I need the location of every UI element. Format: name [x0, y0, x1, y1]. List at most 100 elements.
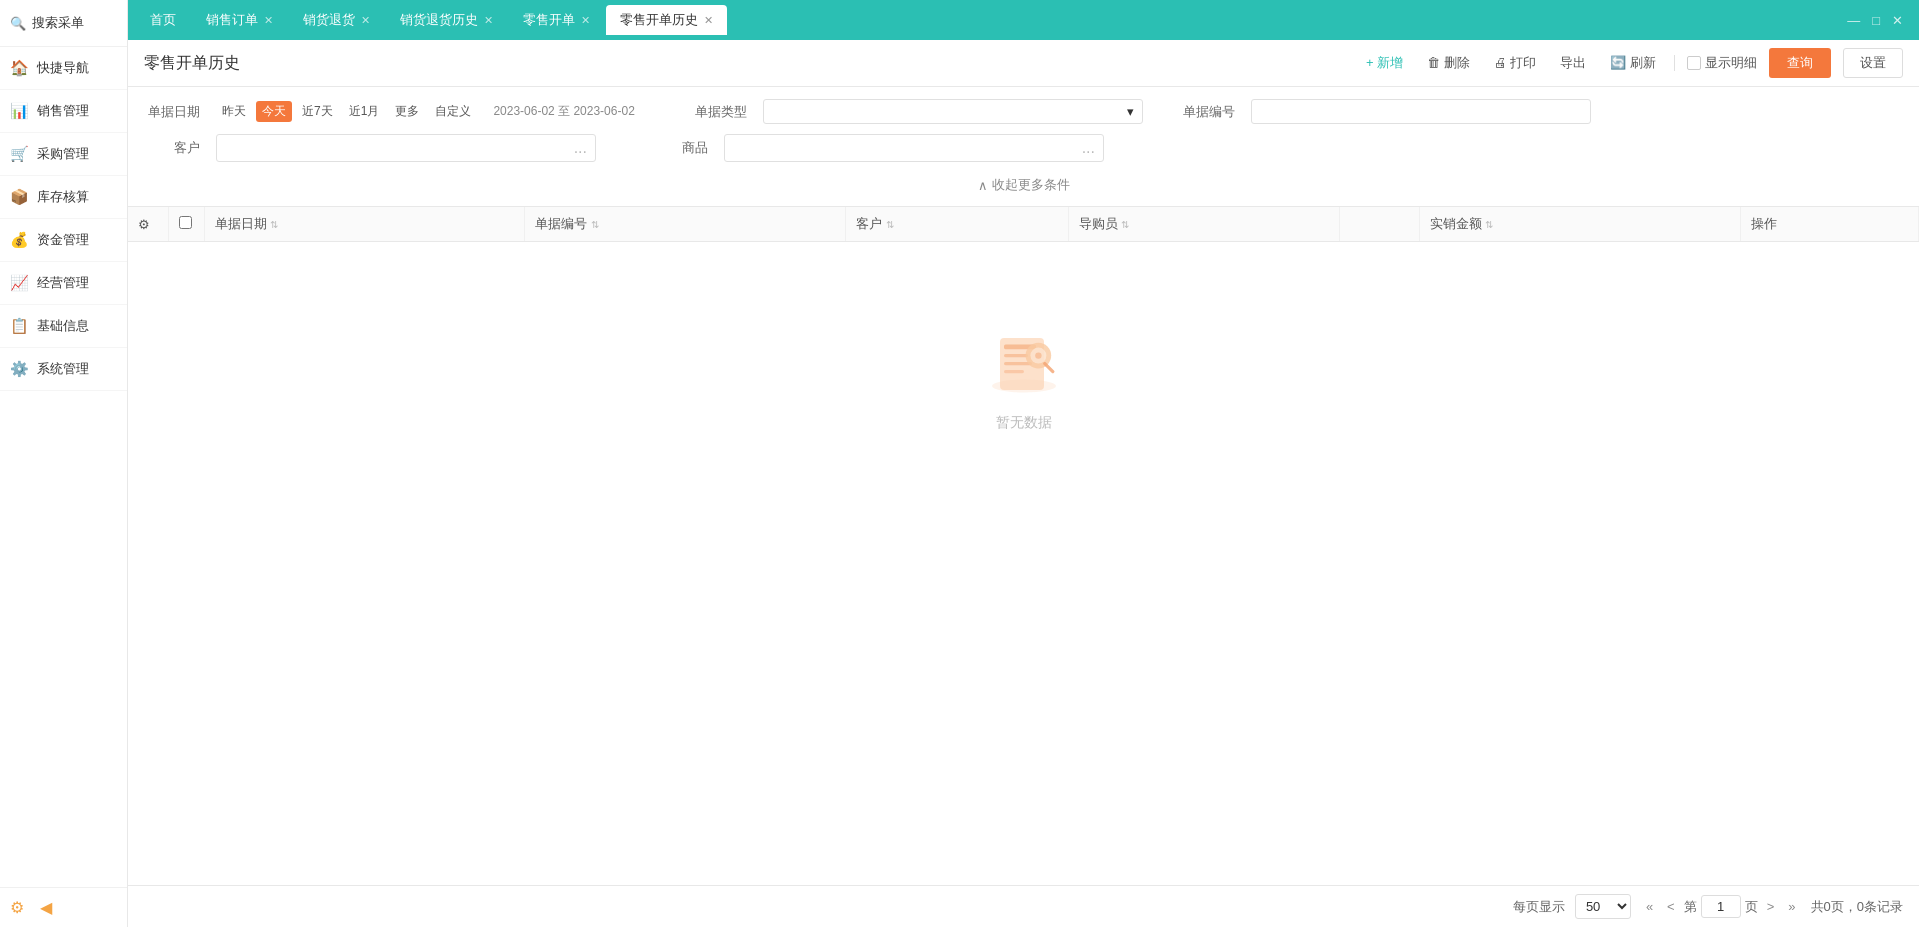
purchase-mgmt-label: 采购管理 [37, 145, 89, 163]
date-btn-今天[interactable]: 今天 [256, 101, 292, 122]
date-btn-自定义[interactable]: 自定义 [429, 101, 477, 122]
tab-close-sales-return[interactable]: ✕ [361, 14, 370, 27]
date-btn-更多[interactable]: 更多 [389, 101, 425, 122]
sort-customer-icon[interactable]: ⇅ [886, 219, 894, 230]
quick-nav-icon: 🏠 [10, 59, 29, 77]
th-spacer [1340, 207, 1420, 242]
number-label: 单据编号 [1179, 103, 1235, 121]
th-salesperson[interactable]: 导购员 ⇅ [1068, 207, 1340, 242]
number-input[interactable] [1251, 99, 1591, 124]
th-number[interactable]: 单据编号 ⇅ [525, 207, 846, 242]
sales-mgmt-icon: 📊 [10, 102, 29, 120]
filter-row-1: 单据日期 昨天今天近7天近1月更多自定义 2023-06-02 至 2023-0… [144, 99, 1903, 124]
collapse-sidebar-icon[interactable]: ◀ [40, 898, 52, 917]
page-nav: « < 第 页 > » [1641, 895, 1801, 918]
basic-info-icon: 📋 [10, 317, 29, 335]
query-button[interactable]: 查询 [1769, 48, 1831, 78]
type-label: 单据类型 [691, 103, 747, 121]
filter-row-2: 客户 ... 商品 ... [144, 134, 1903, 162]
close-button[interactable]: ✕ [1892, 13, 1903, 28]
first-page-button[interactable]: « [1641, 897, 1658, 916]
sidebar-item-basic-info[interactable]: 📋基础信息 [0, 305, 127, 348]
sidebar-item-quick-nav[interactable]: 🏠快捷导航 [0, 47, 127, 90]
sales-mgmt-label: 销售管理 [37, 102, 89, 120]
sidebar-item-purchase-mgmt[interactable]: 🛒 采购管理 [0, 133, 127, 176]
page-size-label: 每页显示 [1513, 898, 1565, 916]
page-of-label: 页 [1745, 898, 1758, 916]
goods-dots-icon[interactable]: ... [1082, 139, 1095, 157]
sidebar-item-finance[interactable]: 💰资金管理 [0, 219, 127, 262]
sidebar-item-sales-mgmt[interactable]: 📊 销售管理 [0, 90, 127, 133]
th-customer[interactable]: 客户 ⇅ [846, 207, 1068, 242]
date-btn-昨天[interactable]: 昨天 [216, 101, 252, 122]
tab-close-sales-return-history[interactable]: ✕ [484, 14, 493, 27]
export-button[interactable]: 导出 [1554, 51, 1592, 75]
customer-dots-icon[interactable]: ... [574, 139, 587, 157]
page-number-input[interactable] [1701, 895, 1741, 918]
tab-label-retail-open: 零售开单 [523, 11, 575, 29]
tab-label-sales-return-history: 销货退货历史 [400, 11, 478, 29]
empty-state: 暂无数据 [128, 242, 1919, 512]
sidebar-search[interactable]: 🔍 搜索采单 [0, 0, 127, 47]
sort-date-icon[interactable]: ⇅ [270, 219, 278, 230]
sort-salesperson-icon[interactable]: ⇅ [1121, 219, 1129, 230]
tab-sales-return-history[interactable]: 销货退货历史 ✕ [386, 5, 507, 35]
finance-icon: 💰 [10, 231, 29, 249]
tab-retail-open-history[interactable]: 零售开单历史✕ [606, 5, 727, 35]
operations-label: 经营管理 [37, 274, 89, 292]
sidebar-item-inventory[interactable]: 📦 库存核算 [0, 176, 127, 219]
tab-retail-open[interactable]: 零售开单 ✕ [509, 5, 604, 35]
refresh-button[interactable]: 🔄 刷新 [1604, 51, 1662, 75]
search-icon: 🔍 [10, 16, 26, 31]
th-amount-label: 实销金额 [1430, 216, 1482, 231]
settings-bottom-icon[interactable]: ⚙ [10, 898, 24, 917]
page-title: 零售开单历史 [144, 53, 240, 74]
next-page-button[interactable]: > [1762, 897, 1780, 916]
window-controls: — □ ✕ [1847, 13, 1911, 28]
tab-close-sales-order[interactable]: ✕ [264, 14, 273, 27]
date-btn-近1月[interactable]: 近1月 [343, 101, 386, 122]
tab-home[interactable]: 首页 [136, 5, 190, 35]
date-range-display: 2023-06-02 至 2023-06-02 [493, 103, 634, 120]
sort-number-icon[interactable]: ⇅ [591, 219, 599, 230]
goods-select[interactable]: ... [724, 134, 1104, 162]
tab-sales-return[interactable]: 销货退货 ✕ [289, 5, 384, 35]
tab-close-retail-open-history[interactable]: ✕ [704, 14, 713, 27]
tab-label-sales-return: 销货退货 [303, 11, 355, 29]
th-action: 操作 [1740, 207, 1918, 242]
th-date[interactable]: 单据日期 ⇅ [204, 207, 525, 242]
prev-page-button[interactable]: < [1662, 897, 1680, 916]
purchase-mgmt-icon: 🛒 [10, 145, 29, 163]
last-page-button[interactable]: » [1783, 897, 1800, 916]
maximize-button[interactable]: □ [1872, 13, 1880, 28]
show-detail-checkbox[interactable] [1687, 56, 1701, 70]
inventory-icon: 📦 [10, 188, 29, 206]
toolbar-actions: + 新增 🗑 删除 🖨 打印 导出 🔄 刷新 显示明细 查询 设置 [1360, 48, 1903, 78]
th-amount[interactable]: 实销金额 ⇅ [1419, 207, 1740, 242]
sort-amount-icon[interactable]: ⇅ [1485, 219, 1493, 230]
customer-select[interactable]: ... [216, 134, 596, 162]
show-detail-toggle[interactable]: 显示明细 [1687, 54, 1757, 72]
settings-button[interactable]: 设置 [1843, 48, 1903, 78]
date-btn-近7天[interactable]: 近7天 [296, 101, 339, 122]
sidebar-item-operations[interactable]: 📈经营管理 [0, 262, 127, 305]
empty-text: 暂无数据 [996, 414, 1052, 432]
page-size-select[interactable]: 50 20 100 [1575, 894, 1631, 919]
type-select[interactable]: ▾ [763, 99, 1143, 124]
delete-button[interactable]: 🗑 删除 [1421, 51, 1476, 75]
sidebar-item-system-mgmt[interactable]: ⚙️系统管理 [0, 348, 127, 391]
th-settings[interactable]: ⚙ [128, 207, 168, 242]
svg-rect-5 [1004, 370, 1024, 373]
total-info: 共0页，0条记录 [1811, 898, 1903, 916]
inventory-label: 库存核算 [37, 188, 89, 206]
select-all-checkbox[interactable] [179, 216, 192, 229]
minimize-button[interactable]: — [1847, 13, 1860, 28]
add-button[interactable]: + 新增 [1360, 51, 1409, 75]
print-button[interactable]: 🖨 打印 [1488, 51, 1543, 75]
tab-close-retail-open[interactable]: ✕ [581, 14, 590, 27]
th-checkbox[interactable] [168, 207, 204, 242]
collapse-filter-btn[interactable]: ∧ 收起更多条件 [144, 172, 1903, 198]
collapse-arrow-icon: ∧ [978, 178, 988, 193]
th-action-label: 操作 [1751, 216, 1777, 231]
tab-sales-order[interactable]: 销售订单✕ [192, 5, 287, 35]
